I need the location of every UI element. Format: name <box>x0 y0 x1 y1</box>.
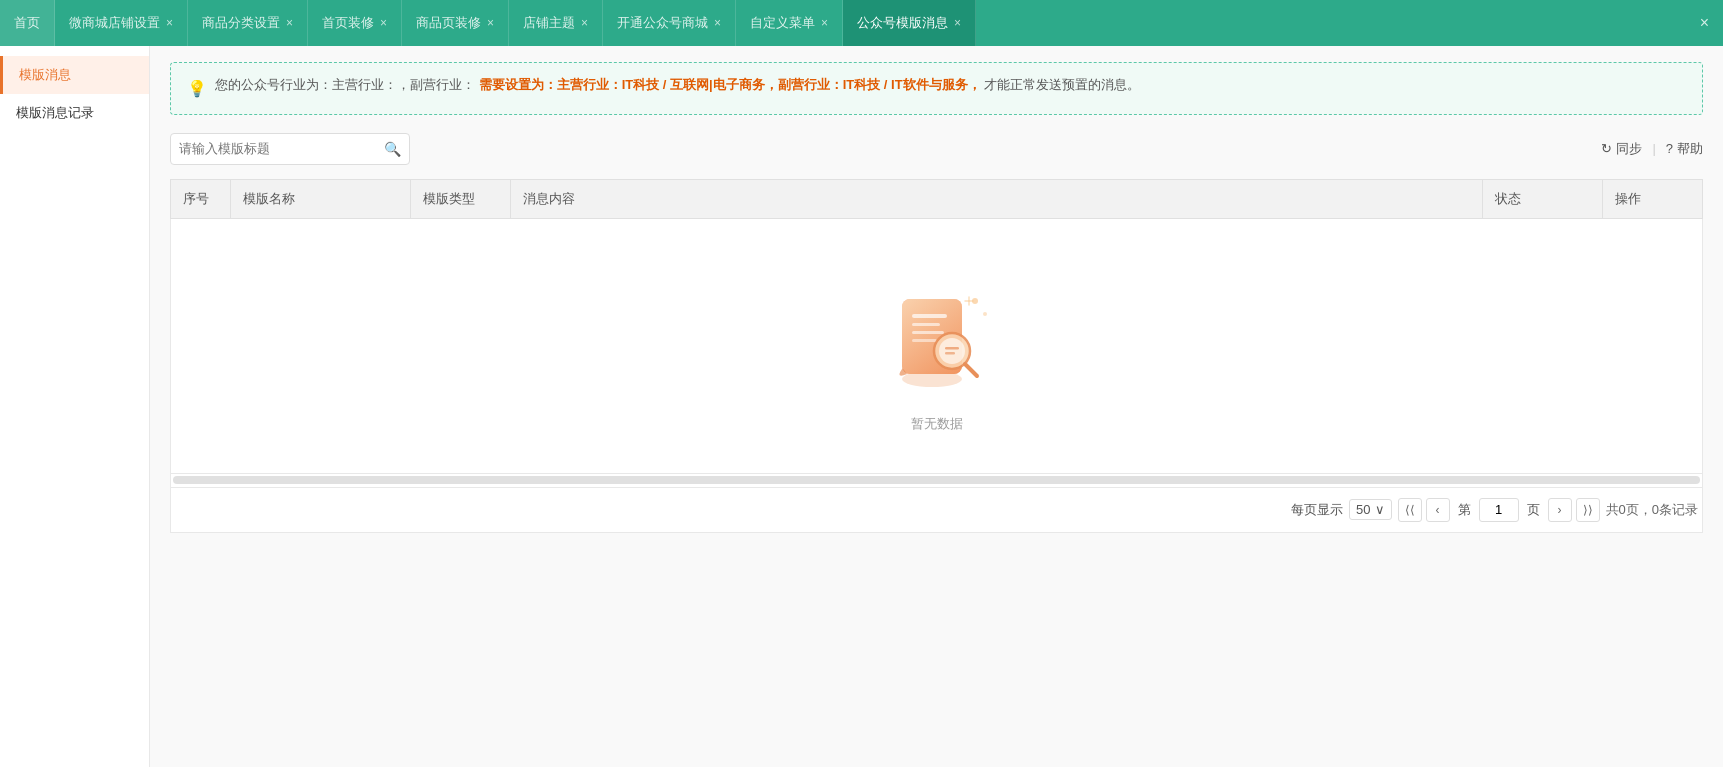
search-input[interactable] <box>179 141 384 156</box>
svg-rect-3 <box>912 314 947 318</box>
scrollbar-track[interactable] <box>173 476 1700 484</box>
close-icon[interactable]: × <box>166 16 173 30</box>
col-header-type: 模版类型 <box>411 179 511 218</box>
help-button[interactable]: ? 帮助 <box>1666 140 1703 158</box>
svg-rect-6 <box>912 339 937 342</box>
top-navigation: 首页 微商城店铺设置 × 商品分类设置 × 首页装修 × 商品页装修 × 店铺主… <box>0 0 1723 46</box>
svg-point-13 <box>983 312 987 316</box>
notice-box: 💡 您的公众号行业为：主营行业：，副营行业： 需要设置为：主营行业：IT科技 /… <box>170 62 1703 115</box>
empty-state: 暂无数据 <box>171 219 1702 473</box>
tab-label: 商品页装修 <box>416 14 481 32</box>
table-header-row: 序号 模版名称 模版类型 消息内容 状态 操作 <box>171 179 1703 218</box>
empty-row: 暂无数据 <box>171 218 1703 473</box>
data-table: 序号 模版名称 模版类型 消息内容 状态 操作 <box>170 179 1703 474</box>
nav-tab-template-msg[interactable]: 公众号模版消息 × <box>843 0 976 46</box>
svg-point-8 <box>939 338 965 364</box>
content-area: 💡 您的公众号行业为：主营行业：，副营行业： 需要设置为：主营行业：IT科技 /… <box>150 46 1723 767</box>
page-unit-label: 页 <box>1527 501 1540 519</box>
nav-tab-category[interactable]: 商品分类设置 × <box>188 0 308 46</box>
col-header-content: 消息内容 <box>511 179 1483 218</box>
search-button[interactable]: 🔍 <box>384 141 401 157</box>
tab-label: 首页装修 <box>322 14 374 32</box>
toolbar-divider: | <box>1652 141 1655 156</box>
close-icon[interactable]: × <box>380 16 387 30</box>
notice-highlight: 需要设置为：主营行业：IT科技 / 互联网|电子商务，副营行业：IT科技 / I… <box>479 77 981 92</box>
horizontal-scrollbar[interactable] <box>170 474 1703 488</box>
empty-illustration <box>877 279 997 399</box>
tab-label: 公众号模版消息 <box>857 14 948 32</box>
notice-icon: 💡 <box>187 76 207 102</box>
svg-rect-11 <box>945 352 955 355</box>
svg-rect-4 <box>912 323 940 326</box>
col-header-name: 模版名称 <box>231 179 411 218</box>
page-navigation: ⟨⟨ ‹ 第 页 › ⟩⟩ <box>1398 498 1600 522</box>
sidebar: 模版消息 模版消息记录 <box>0 46 150 767</box>
tab-label: 微商城店铺设置 <box>69 14 160 32</box>
close-icon[interactable]: × <box>954 16 961 30</box>
close-icon[interactable]: × <box>286 16 293 30</box>
close-icon[interactable]: × <box>714 16 721 30</box>
tab-label: 开通公众号商城 <box>617 14 708 32</box>
sidebar-item-template-msg-record[interactable]: 模版消息记录 <box>0 94 149 132</box>
nav-tab-shop-settings[interactable]: 微商城店铺设置 × <box>55 0 188 46</box>
tab-label: 首页 <box>14 14 40 32</box>
nav-tab-theme[interactable]: 店铺主题 × <box>509 0 603 46</box>
svg-rect-10 <box>945 347 959 350</box>
nav-tab-product-decor[interactable]: 商品页装修 × <box>402 0 509 46</box>
nav-tab-home-decor[interactable]: 首页装修 × <box>308 0 402 46</box>
tab-label: 商品分类设置 <box>202 14 280 32</box>
search-bar: 🔍 ↻ 同步 | ? 帮助 <box>170 133 1703 165</box>
first-page-button[interactable]: ⟨⟨ <box>1398 498 1422 522</box>
col-header-action: 操作 <box>1603 179 1703 218</box>
close-icon[interactable]: × <box>821 16 828 30</box>
svg-line-9 <box>965 364 977 376</box>
col-header-status: 状态 <box>1483 179 1603 218</box>
help-icon: ? <box>1666 141 1673 156</box>
nav-tab-custom-menu[interactable]: 自定义菜单 × <box>736 0 843 46</box>
next-page-button[interactable]: › <box>1548 498 1572 522</box>
last-page-button[interactable]: ⟩⟩ <box>1576 498 1600 522</box>
tab-label: 店铺主题 <box>523 14 575 32</box>
sync-button[interactable]: ↻ 同步 <box>1601 140 1642 158</box>
page-size-select[interactable]: 50 ∨ <box>1349 499 1391 520</box>
col-header-seq: 序号 <box>171 179 231 218</box>
tab-label: 自定义菜单 <box>750 14 815 32</box>
page-number-input[interactable] <box>1479 498 1519 522</box>
page-size-label: 每页显示 <box>1291 501 1343 519</box>
prev-page-button[interactable]: ‹ <box>1426 498 1450 522</box>
notice-text: 您的公众号行业为：主营行业：，副营行业： 需要设置为：主营行业：IT科技 / 互… <box>215 75 1140 96</box>
page-size-value: 50 <box>1356 502 1370 517</box>
close-icon[interactable]: × <box>581 16 588 30</box>
nav-tab-open-mall[interactable]: 开通公众号商城 × <box>603 0 736 46</box>
nav-tab-home[interactable]: 首页 <box>0 0 55 46</box>
close-icon[interactable]: × <box>487 16 494 30</box>
main-layout: 模版消息 模版消息记录 💡 您的公众号行业为：主营行业：，副营行业： 需要设置为… <box>0 46 1723 767</box>
search-input-wrap: 🔍 <box>170 133 410 165</box>
sync-icon: ↻ <box>1601 141 1612 156</box>
toolbar-right: ↻ 同步 | ? 帮助 <box>1601 140 1703 158</box>
svg-rect-5 <box>912 331 944 334</box>
empty-state-text: 暂无数据 <box>171 415 1702 433</box>
total-info: 共0页，0条记录 <box>1606 501 1698 519</box>
sidebar-item-template-msg[interactable]: 模版消息 <box>0 56 149 94</box>
pagination: 每页显示 50 ∨ ⟨⟨ ‹ 第 页 › ⟩⟩ 共0页，0条记录 <box>170 488 1703 533</box>
close-all-button[interactable]: × <box>1686 14 1723 32</box>
chevron-down-icon: ∨ <box>1375 502 1385 517</box>
